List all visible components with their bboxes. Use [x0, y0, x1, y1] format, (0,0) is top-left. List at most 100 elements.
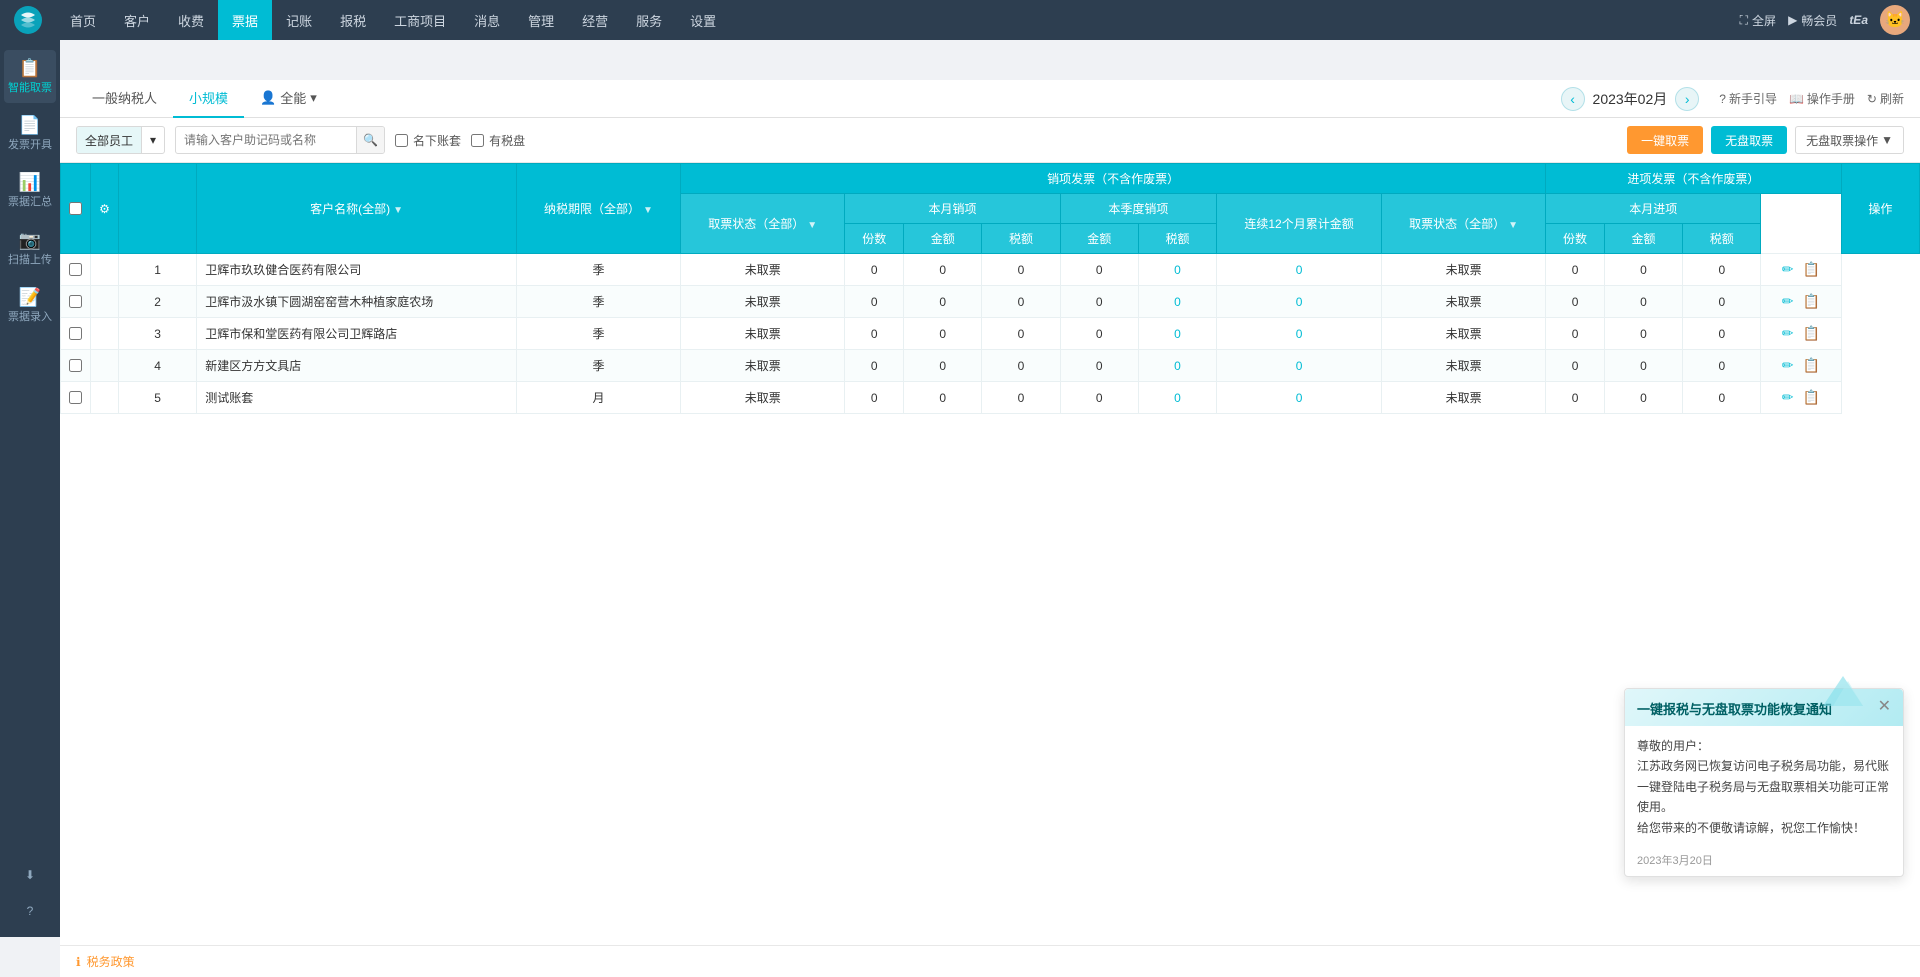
mine-accounts-checkbox[interactable]: [395, 134, 408, 147]
nav-home[interactable]: 首页: [56, 0, 110, 40]
row-detail-icon[interactable]: 📋: [1800, 357, 1823, 373]
row-sales-quarterly-tax: 0: [1138, 254, 1216, 286]
th-sales-monthly-count: 份数: [845, 224, 904, 254]
row-sales-quarterly-tax-link[interactable]: 0: [1174, 263, 1181, 277]
row-sales-quarterly-tax-link[interactable]: 0: [1174, 295, 1181, 309]
tab-general-taxpayer[interactable]: 一般纳税人: [76, 80, 173, 118]
row-sales-monthly-amount: 0: [904, 254, 982, 286]
nav-manage[interactable]: 管理: [514, 0, 568, 40]
nav-message[interactable]: 消息: [460, 0, 514, 40]
new-guide-btn[interactable]: ? 新手引导: [1719, 90, 1777, 107]
search-input[interactable]: [176, 133, 356, 147]
row-sales-quarterly-tax-link[interactable]: 0: [1174, 391, 1181, 405]
row-edit-icon[interactable]: ✏: [1779, 325, 1797, 341]
row-sales-year-accum-link[interactable]: 0: [1296, 327, 1303, 341]
th-sales-quarterly: 本季度销项: [1060, 194, 1217, 224]
manual-btn[interactable]: 📖 操作手册: [1789, 90, 1855, 107]
sidebar-item-scan-upload[interactable]: 📷 扫描上传: [4, 222, 56, 275]
row-sales-year-accum-link[interactable]: 0: [1296, 295, 1303, 309]
tab-all-capable[interactable]: 👤 全能 ▾: [244, 80, 333, 118]
period-next-btn[interactable]: ›: [1675, 87, 1699, 111]
mine-accounts-label: 名下账套: [413, 132, 461, 149]
row-purchase-monthly-count: 0: [1546, 318, 1605, 350]
row-purchase-monthly-tax: 0: [1683, 350, 1761, 382]
row-customer-name: 卫辉市汲水镇下圆湖窑窑营木种植家庭农场: [197, 286, 517, 318]
nav-operations[interactable]: 经营: [568, 0, 622, 40]
row-purchase-fetch-status: 未取票: [1381, 318, 1545, 350]
has-tax-disk-check[interactable]: 有税盘: [471, 132, 525, 149]
select-all-checkbox[interactable]: [69, 202, 82, 215]
mine-accounts-check[interactable]: 名下账套: [395, 132, 461, 149]
th-purchase-monthly: 本月进项: [1546, 194, 1761, 224]
employee-filter[interactable]: 全部员工 ▾: [76, 126, 165, 154]
row-purchase-monthly-amount: 0: [1604, 350, 1682, 382]
sidebar-bottom-download[interactable]: ⬇: [4, 859, 56, 891]
sidebar-item-smart-fetch[interactable]: 📋 智能取票: [4, 50, 56, 103]
row-select-checkbox[interactable]: [69, 295, 82, 308]
period-prev-btn[interactable]: ‹: [1561, 87, 1585, 111]
row-detail-icon[interactable]: 📋: [1800, 389, 1823, 405]
avatar[interactable]: 🐱: [1880, 5, 1910, 35]
row-purchase-monthly-count: 0: [1546, 254, 1605, 286]
tax-policy-link[interactable]: 税务政策: [87, 953, 135, 970]
row-no: 1: [119, 254, 197, 286]
vip-btn[interactable]: ▶ 畅会员: [1788, 12, 1837, 29]
row-detail-icon[interactable]: 📋: [1800, 325, 1823, 341]
sidebar-item-invoice-issue[interactable]: 📄 发票开具: [4, 107, 56, 160]
sidebar-item-invoice-summary[interactable]: 📊 票据汇总: [4, 164, 56, 217]
notification-popup: 一键报税与无盘取票功能恢复通知 ✕ 尊敬的用户： 江苏政务网已恢复访问电子税务局…: [1624, 688, 1904, 877]
employee-filter-value[interactable]: ▾: [142, 133, 164, 147]
invoice-entry-icon: 📝: [19, 287, 41, 308]
row-edit-icon[interactable]: ✏: [1779, 261, 1797, 277]
nav-bookkeeping[interactable]: 记账: [272, 0, 326, 40]
no-disk-fetch-button[interactable]: 无盘取票: [1711, 126, 1787, 154]
th-no: [119, 164, 197, 254]
nav-billing[interactable]: 收费: [164, 0, 218, 40]
row-edit-icon[interactable]: ✏: [1779, 293, 1797, 309]
nav-service[interactable]: 服务: [622, 0, 676, 40]
row-sales-quarterly-amount: 0: [1060, 318, 1138, 350]
row-action-icon: [91, 318, 119, 350]
nav-tax[interactable]: 报税: [326, 0, 380, 40]
row-edit-icon[interactable]: ✏: [1779, 389, 1797, 405]
has-tax-disk-checkbox[interactable]: [471, 134, 484, 147]
row-checkbox: [61, 318, 91, 350]
row-sales-year-accum-link[interactable]: 0: [1296, 359, 1303, 373]
row-sales-year-accum-link[interactable]: 0: [1296, 263, 1303, 277]
tab-small-scale[interactable]: 小规模: [173, 80, 244, 118]
fullscreen-btn[interactable]: ⛶ 全屏: [1740, 12, 1776, 29]
row-tax-period: 月: [516, 382, 680, 414]
row-select-checkbox[interactable]: [69, 263, 82, 276]
row-detail-icon[interactable]: 📋: [1800, 261, 1823, 277]
notification-close-button[interactable]: ✕: [1878, 699, 1891, 715]
row-select-checkbox[interactable]: [69, 327, 82, 340]
nav-settings[interactable]: 设置: [676, 0, 730, 40]
row-sales-monthly-amount: 0: [904, 382, 982, 414]
sidebar-bottom-help[interactable]: ?: [4, 895, 56, 927]
table-row: 2 卫辉市汲水镇下圆湖窑窑营木种植家庭农场 季 未取票 0 0 0 0 0 0 …: [61, 286, 1920, 318]
nav-customer[interactable]: 客户: [110, 0, 164, 40]
row-actions: ✏ 📋: [1761, 350, 1841, 382]
row-select-checkbox[interactable]: [69, 359, 82, 372]
row-sales-year-accum-link[interactable]: 0: [1296, 391, 1303, 405]
period-navigation: ‹ 2023年02月 ›: [1561, 87, 1700, 111]
no-disk-ops-button[interactable]: 无盘取票操作 ▼: [1795, 126, 1904, 154]
row-sales-fetch-status: 未取票: [681, 254, 845, 286]
nav-business[interactable]: 工商项目: [380, 0, 460, 40]
sidebar-item-invoice-entry[interactable]: 📝 票据录入: [4, 279, 56, 332]
th-purchase-monthly-count: 份数: [1546, 224, 1605, 254]
row-sales-fetch-status: 未取票: [681, 318, 845, 350]
search-button[interactable]: 🔍: [356, 126, 384, 154]
row-actions: ✏ 📋: [1761, 254, 1841, 286]
scan-upload-icon: 📷: [19, 230, 41, 251]
nav-invoice[interactable]: 票据: [218, 0, 272, 40]
row-select-checkbox[interactable]: [69, 391, 82, 404]
row-sales-quarterly-tax-link[interactable]: 0: [1174, 359, 1181, 373]
row-sales-quarterly-tax-link[interactable]: 0: [1174, 327, 1181, 341]
row-edit-icon[interactable]: ✏: [1779, 357, 1797, 373]
one-key-fetch-button[interactable]: 一键取票: [1627, 126, 1703, 154]
th-sales-monthly-amount: 金额: [904, 224, 982, 254]
refresh-btn[interactable]: ↻ 刷新: [1867, 90, 1904, 107]
toolbar: 全部员工 ▾ 🔍 名下账套 有税盘 一键取票 无盘取票 无盘取票操作 ▼: [60, 118, 1920, 163]
row-detail-icon[interactable]: 📋: [1800, 293, 1823, 309]
